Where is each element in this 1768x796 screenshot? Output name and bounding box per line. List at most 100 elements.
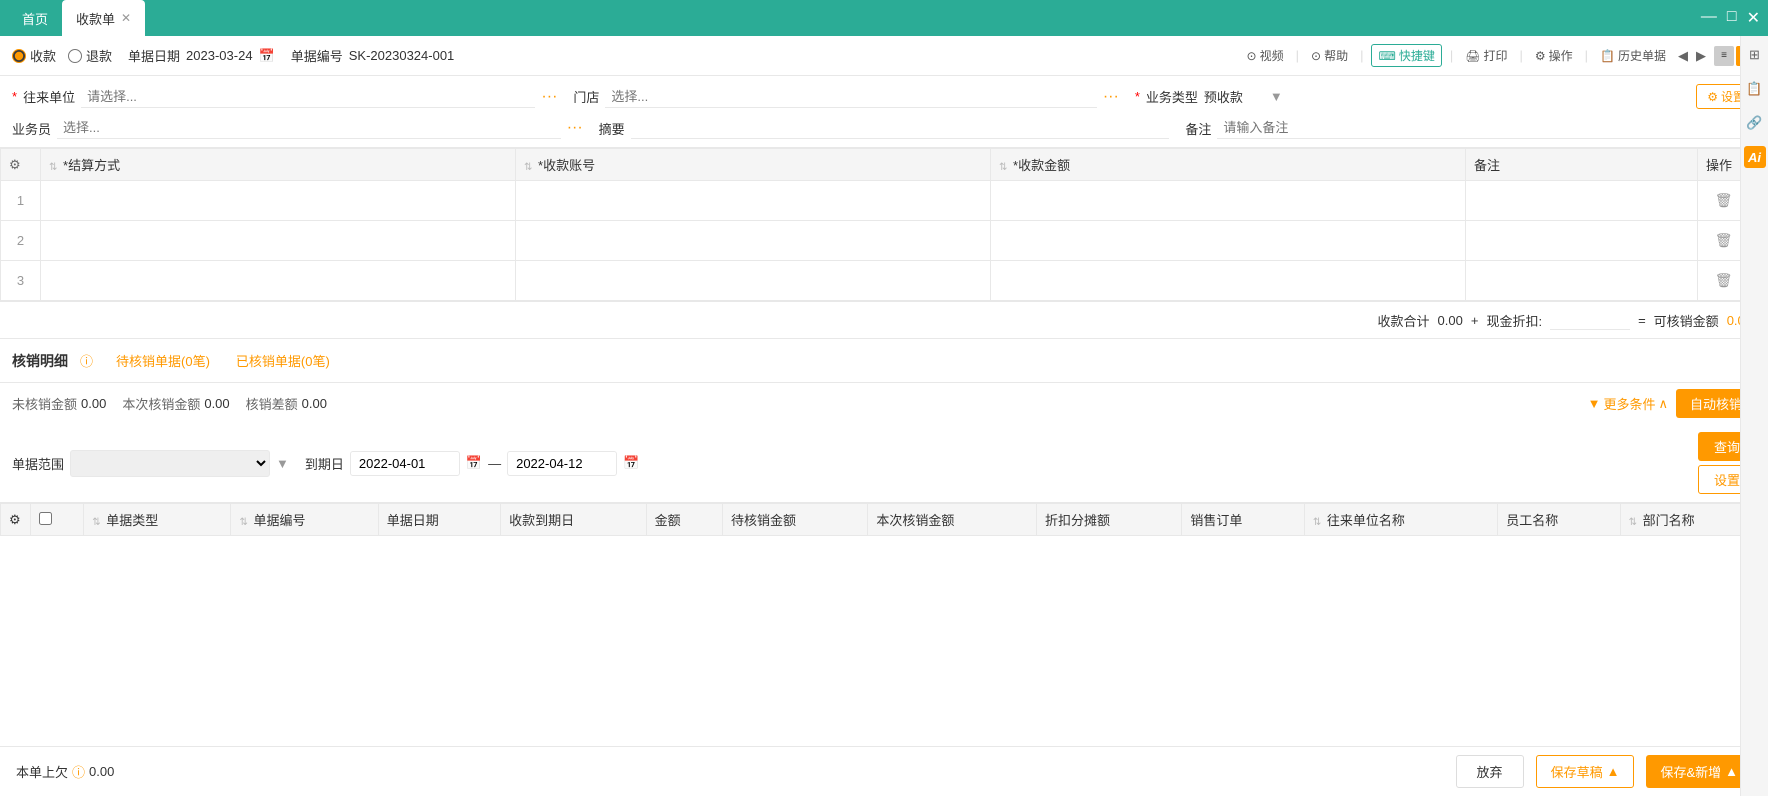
col-sales-order-label: 销售订单 <box>1190 513 1242 528</box>
radio-receipt-input[interactable] <box>12 49 26 63</box>
biz-type-dropdown-icon[interactable]: ▼ <box>1270 89 1283 104</box>
discount-input[interactable] <box>1550 310 1630 330</box>
form-area: * 往来单位 ··· 门店 ··· * 业务类型 预收款 ▼ ⚙ 设置 <box>0 76 1768 148</box>
col-discount-label: 折扣分摊额 <box>1045 513 1110 528</box>
more-filter-btn[interactable]: ▼ 更多条件 ∧ <box>1588 394 1668 413</box>
help-btn[interactable]: ⊙ 帮助 <box>1307 45 1352 66</box>
verify-tab-done[interactable]: 已核销单据(0笔) <box>225 347 341 374</box>
discard-btn[interactable]: 放弃 <box>1456 755 1524 788</box>
store-label: 门店 <box>573 87 599 106</box>
counterparty-input[interactable] <box>81 86 535 108</box>
date-separator: — <box>488 456 501 471</box>
col-settings: ⚙ <box>1 149 41 181</box>
nav-prev-icon[interactable]: ◀ <box>1678 48 1688 64</box>
calendar-to-icon[interactable]: 📅 <box>623 455 639 471</box>
cell-account-1[interactable] <box>516 181 991 221</box>
table-gear-icon[interactable]: ⚙ <box>9 157 21 172</box>
video-icon: ⊙ <box>1247 49 1257 63</box>
cell-settlement-1[interactable] <box>41 181 516 221</box>
receipt-type-radio: 收款 退款 <box>12 46 112 65</box>
verify-tab-pending[interactable]: 待核销单据(0笔) <box>105 347 221 374</box>
counterparty-more-btn[interactable]: ··· <box>541 88 557 106</box>
sidebar-link-icon[interactable]: 🔗 <box>1744 112 1766 134</box>
radio-refund[interactable]: 退款 <box>68 46 112 65</box>
summary-row: 收款合计 0.00 + 现金折扣: = 可核销金额 0.00 <box>0 302 1768 339</box>
maximize-icon[interactable]: □ <box>1727 8 1737 28</box>
cell-settlement-2[interactable] <box>41 221 516 261</box>
col-pending: 待核销金额 <box>722 504 867 536</box>
video-btn[interactable]: ⊙ 视频 <box>1243 45 1288 66</box>
bill-no-field: 单据编号 SK-20230324-001 <box>291 46 455 65</box>
balance-info-icon[interactable]: ⓘ <box>72 762 85 781</box>
col-remark-label: 备注 <box>1474 158 1500 173</box>
print-btn[interactable]: 🖨 打印 <box>1461 45 1511 66</box>
cell-remark-2[interactable] <box>1466 221 1698 261</box>
radio-refund-input[interactable] <box>68 49 82 63</box>
tab-close-icon[interactable]: ✕ <box>121 11 131 25</box>
delete-row-3-icon[interactable]: 🗑 <box>1715 272 1733 288</box>
calendar-from-icon[interactable]: 📅 <box>466 455 482 471</box>
col-sales-order: 销售订单 <box>1182 504 1304 536</box>
table-gear-icon2[interactable]: ⚙ <box>9 512 21 527</box>
delete-row-1-icon[interactable]: 🗑 <box>1715 192 1733 208</box>
print-label: 打印 <box>1483 47 1507 64</box>
salesperson-input[interactable] <box>57 117 561 139</box>
save-new-btn[interactable]: 保存&新增 ▲ <box>1646 755 1752 788</box>
sidebar-sheet-icon[interactable]: 📋 <box>1744 78 1766 100</box>
cell-settlement-3[interactable] <box>41 261 516 301</box>
sep5: | <box>1585 48 1588 63</box>
col-amount2: 金额 <box>646 504 722 536</box>
cell-account-2[interactable] <box>516 221 991 261</box>
remark-field: 备注 <box>1185 117 1756 139</box>
sidebar-table-icon[interactable]: ⊞ <box>1744 44 1766 66</box>
verify-info-icon[interactable]: ⓘ <box>80 351 93 370</box>
save-draft-btn[interactable]: 保存草稿 ▲ <box>1536 755 1635 788</box>
cell-remark-1[interactable] <box>1466 181 1698 221</box>
counterparty-field: * 往来单位 ··· <box>12 86 557 108</box>
history-btn[interactable]: 📋 历史单据 <box>1596 45 1670 66</box>
draft-arrow-icon: ▲ <box>1607 764 1620 779</box>
col-bill-no-label: 单据编号 <box>254 513 306 528</box>
close-icon[interactable]: ✕ <box>1747 8 1760 28</box>
range-dropdown-icon[interactable]: ▼ <box>276 456 289 471</box>
main-content: 收款 退款 单据日期 2023-03-24 📅 单据编号 SK-20230324… <box>0 36 1768 796</box>
abstract-input[interactable] <box>631 117 1170 139</box>
radio-receipt[interactable]: 收款 <box>12 46 56 65</box>
shortcut-btn[interactable]: ⌨ 快捷键 <box>1371 44 1441 67</box>
uncancelled-stat: 未核销金额 0.00 <box>12 394 106 413</box>
ops-btn[interactable]: ⚙ 操作 <box>1531 45 1577 66</box>
range-select[interactable] <box>70 450 270 477</box>
cell-amount-3[interactable] <box>991 261 1466 301</box>
nav-next-icon[interactable]: ▶ <box>1696 48 1706 64</box>
bottom-right: 放弃 保存草稿 ▲ 保存&新增 ▲ <box>1456 755 1752 788</box>
history-label: 历史单据 <box>1618 47 1666 64</box>
sort-bill-type-icon: ⇅ <box>92 517 100 528</box>
cell-account-3[interactable] <box>516 261 991 301</box>
minimize-icon[interactable]: — <box>1701 8 1717 28</box>
cell-amount-2[interactable] <box>991 221 1466 261</box>
remark-input[interactable] <box>1217 117 1756 139</box>
salesperson-more-btn[interactable]: ··· <box>567 119 583 137</box>
salesperson-label: 业务员 <box>12 119 51 138</box>
date-from-input[interactable] <box>350 451 460 476</box>
calendar-icon[interactable]: 📅 <box>259 48 275 64</box>
thistime-label: 本次核销金额 <box>122 394 200 413</box>
col-bill-date-label: 单据日期 <box>387 513 439 528</box>
total-value: 0.00 <box>1438 313 1463 328</box>
store-more-btn[interactable]: ··· <box>1103 88 1119 106</box>
save-new-label: 保存&新增 <box>1660 762 1721 781</box>
tab-home[interactable]: 首页 <box>8 0 62 36</box>
select-all-checkbox[interactable] <box>39 512 52 525</box>
available-label: 可核销金额 <box>1654 311 1719 330</box>
store-input[interactable] <box>605 86 1096 108</box>
date-to-input[interactable] <box>507 451 617 476</box>
delete-row-2-icon[interactable]: 🗑 <box>1715 232 1733 248</box>
tab-receipt[interactable]: 收款单 ✕ <box>62 0 145 36</box>
abstract-field: 摘要 <box>599 117 1170 139</box>
bill-no-value: SK-20230324-001 <box>349 48 455 63</box>
cell-amount-1[interactable] <box>991 181 1466 221</box>
sidebar-ai-icon[interactable]: Ai <box>1744 146 1766 168</box>
detail-table: ⚙ ⇅ 单据类型 ⇅ 单据编号 <box>0 503 1768 536</box>
layout-list-icon[interactable]: ≡ <box>1714 46 1734 66</box>
cell-remark-3[interactable] <box>1466 261 1698 301</box>
